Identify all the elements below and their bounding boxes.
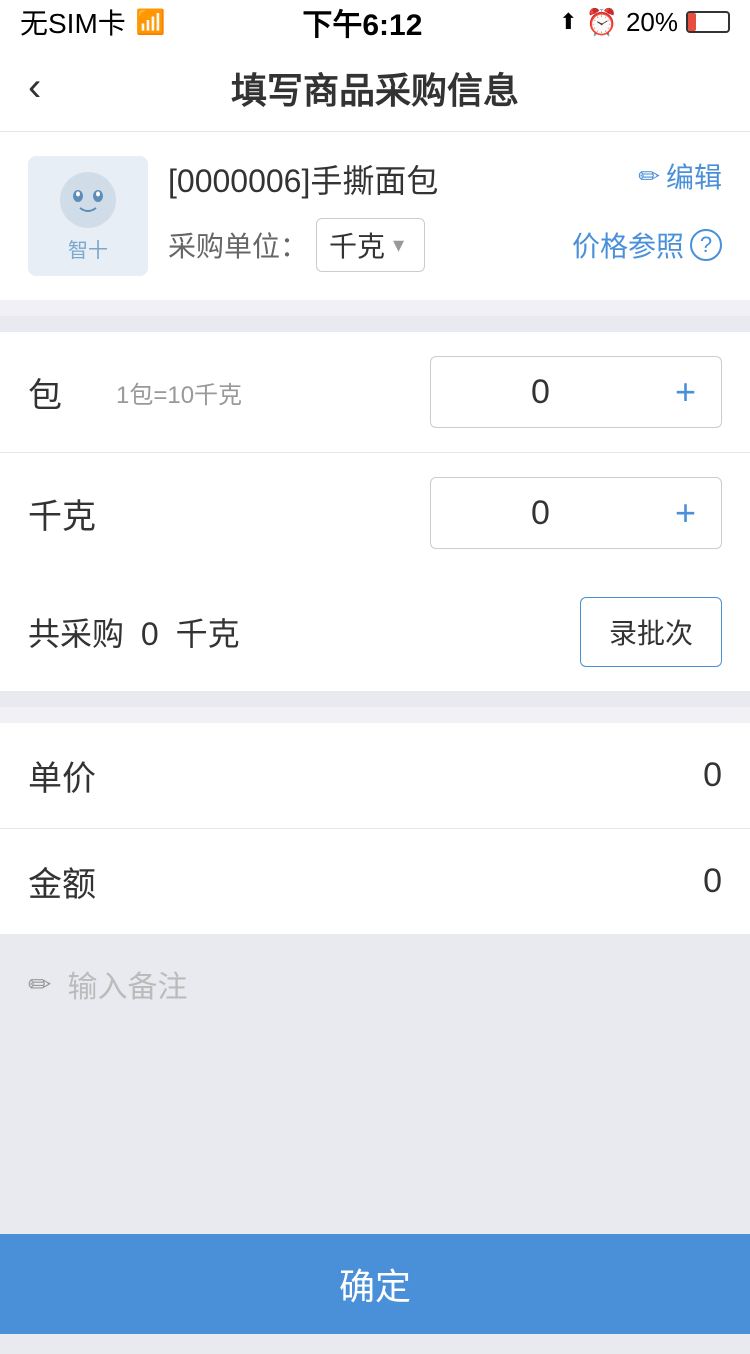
price-ref-label: 价格参照	[572, 225, 684, 265]
product-card: 智十 [0000006]手撕面包 ✏ 编辑 采购单位： 千克 ▾	[0, 132, 750, 300]
carrier-text: 无SIM卡	[20, 2, 126, 42]
unit-price-row: 单价 0	[0, 723, 750, 829]
remark-section[interactable]: ✏ 输入备注	[0, 934, 750, 1034]
status-time: 下午6:12	[302, 0, 422, 44]
bao-plus-button[interactable]: +	[650, 356, 722, 428]
bao-quantity-value: 0	[531, 373, 550, 412]
alarm-icon: ⏰	[586, 7, 618, 38]
back-button[interactable]: ‹	[28, 65, 41, 110]
status-bar: 无SIM卡 📶 下午6:12 ⬆ ⏰ 20%	[0, 0, 750, 44]
remark-placeholder: 输入备注	[67, 962, 187, 1006]
product-unit-row: 采购单位： 千克 ▾ 价格参照 ?	[168, 218, 722, 272]
unit-select[interactable]: 千克 ▾	[316, 218, 425, 272]
edit-button[interactable]: ✏ 编辑	[638, 156, 722, 196]
location-icon: ⬆	[559, 9, 577, 35]
unit-price-value: 0	[703, 756, 722, 795]
kg-plus-button[interactable]: +	[650, 477, 722, 549]
wifi-icon: 📶	[136, 8, 166, 37]
unit-price-label: 单价	[28, 751, 96, 800]
page-title: 填写商品采购信息	[231, 62, 519, 114]
summary-text: 共采购 0 千克	[28, 609, 240, 655]
amount-value: 0	[703, 862, 722, 901]
dropdown-arrow-icon: ▾	[393, 232, 404, 258]
edit-icon: ✏	[638, 161, 660, 192]
price-info-section: 单价 0 金额 0	[0, 723, 750, 934]
section-divider-1	[0, 316, 750, 332]
section-divider-2	[0, 691, 750, 707]
bao-quantity-input[interactable]: 0	[430, 356, 650, 428]
summary-prefix: 共采购	[28, 616, 124, 652]
battery-icon	[686, 11, 730, 33]
product-logo: 智十	[58, 170, 118, 263]
product-name: [0000006]手撕面包	[168, 156, 438, 202]
summary-row: 共采购 0 千克 录批次	[0, 573, 750, 691]
summary-quantity: 0	[141, 616, 159, 652]
unit-label: 采购单位：	[168, 225, 308, 265]
bao-input-area: 0 +	[430, 356, 722, 428]
edit-label: 编辑	[666, 156, 722, 196]
nav-bar: ‹ 填写商品采购信息	[0, 44, 750, 132]
pencil-icon: ✏	[28, 968, 51, 1001]
content: 智十 [0000006]手撕面包 ✏ 编辑 采购单位： 千克 ▾	[0, 132, 750, 1354]
confirm-label: 确定	[339, 1258, 411, 1310]
kg-quantity-input[interactable]: 0	[430, 477, 650, 549]
confirm-button[interactable]: 确定	[0, 1234, 750, 1334]
kg-label: 千克	[28, 489, 108, 538]
status-left: 无SIM卡 📶	[20, 2, 166, 42]
batch-button[interactable]: 录批次	[580, 597, 722, 667]
product-header: [0000006]手撕面包 ✏ 编辑	[168, 156, 722, 202]
kg-input-row: 千克 0 +	[0, 453, 750, 573]
unit-value: 千克	[329, 225, 385, 265]
status-right: ⬆ ⏰ 20%	[559, 7, 730, 38]
amount-row: 金额 0	[0, 829, 750, 934]
product-info: [0000006]手撕面包 ✏ 编辑 采购单位： 千克 ▾ 价格参照 ?	[168, 156, 722, 272]
bao-label: 包	[28, 368, 108, 417]
battery-percent: 20%	[626, 7, 678, 38]
price-ref-button[interactable]: 价格参照 ?	[572, 225, 722, 265]
kg-input-area: 0 +	[430, 477, 722, 549]
bao-sublabel: 1包=10千克	[116, 375, 430, 410]
summary-unit: 千克	[176, 616, 240, 652]
help-icon: ?	[690, 229, 722, 261]
input-section: 包 1包=10千克 0 + 千克 0 +	[0, 332, 750, 573]
bao-input-row: 包 1包=10千克 0 +	[0, 332, 750, 453]
product-image: 智十	[28, 156, 148, 276]
amount-label: 金额	[28, 857, 96, 906]
kg-quantity-value: 0	[531, 494, 550, 533]
